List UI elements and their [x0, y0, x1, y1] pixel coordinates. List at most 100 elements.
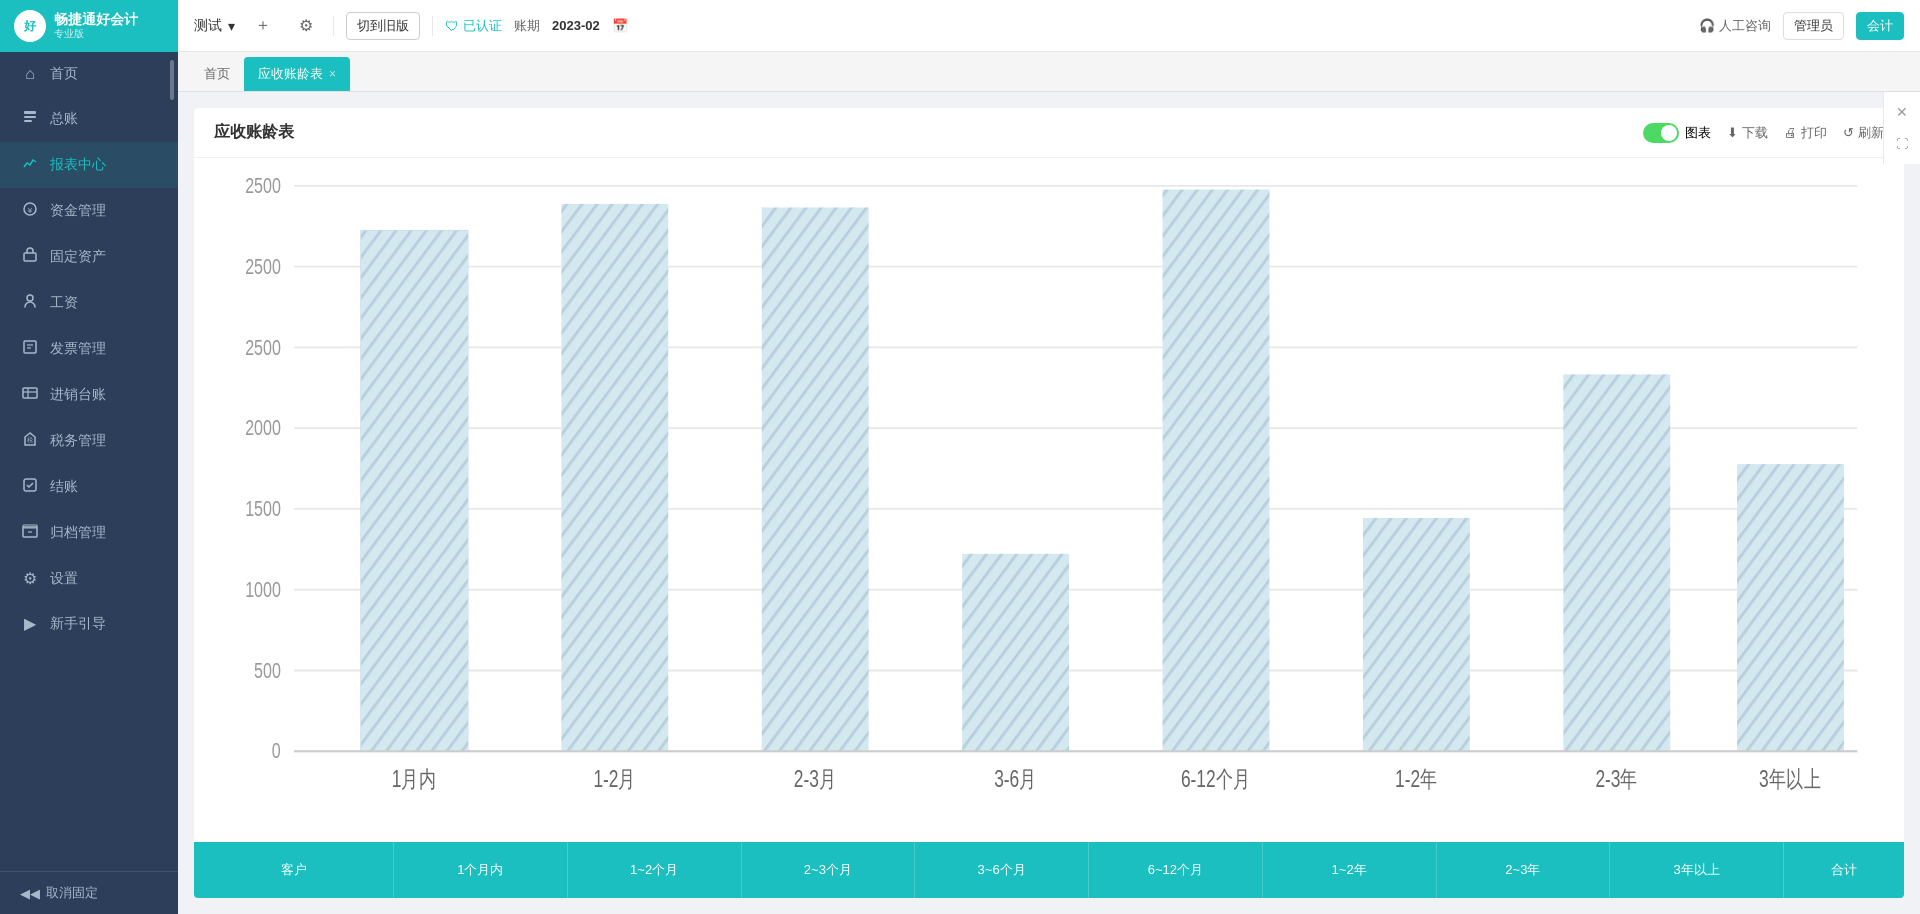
- table-header: 客户 1个月内 1~2个月 2~3个月 3~6个月 6~12个月 1~2年 2~…: [194, 842, 1904, 898]
- divider: [333, 16, 334, 36]
- sidebar-label-reports: 报表中心: [50, 156, 106, 174]
- sidebar-item-closing[interactable]: 结账: [0, 464, 178, 510]
- logo-icon: 好: [14, 10, 46, 42]
- cancel-fixed-btn[interactable]: ◀◀ 取消固定: [0, 871, 178, 914]
- chevron-down-icon: ▾: [228, 18, 235, 34]
- sidebar-label-tax: 税务管理: [50, 432, 106, 450]
- expand-window-button[interactable]: ⛶: [1888, 130, 1916, 158]
- topbar: 测试 ▾ ＋ ⚙ 切到旧版 🛡 已认证 账期 2023-02 📅 🎧 人工咨询 …: [178, 0, 1920, 52]
- col-customer: 客户: [194, 842, 394, 898]
- sidebar-label-guide: 新手引导: [50, 615, 106, 633]
- certified-badge: 🛡 已认证: [445, 17, 502, 35]
- print-icon: 🖨: [1784, 125, 1797, 140]
- sidebar-item-assets[interactable]: 固定资产: [0, 234, 178, 280]
- sidebar-item-ledger[interactable]: 总账: [0, 96, 178, 142]
- svg-rect-41: [561, 204, 668, 751]
- sidebar-label-funds: 资金管理: [50, 202, 106, 220]
- svg-rect-5: [24, 253, 36, 261]
- svg-text:2000: 2000: [245, 416, 281, 440]
- sidebar-item-inventory[interactable]: 进销台账: [0, 372, 178, 418]
- reports-icon: [20, 155, 40, 175]
- svg-rect-39: [361, 231, 468, 751]
- archive-icon: [20, 523, 40, 543]
- topbar-right: 🎧 人工咨询 管理员 会计: [1699, 12, 1904, 40]
- sidebar-nav: ⌂ 首页 总账 报表中心 ¥ 资金管理 固定资产: [0, 52, 178, 871]
- sidebar-item-invoices[interactable]: 发票管理: [0, 326, 178, 372]
- switch-version-button[interactable]: 切到旧版: [346, 12, 420, 40]
- tab-close-icon[interactable]: ×: [329, 67, 336, 81]
- sidebar-item-tax[interactable]: 税 税务管理: [0, 418, 178, 464]
- window-controls: ✕ ⛶: [1883, 92, 1920, 164]
- svg-text:1-2月: 1-2月: [593, 766, 636, 792]
- settings-gear-button[interactable]: ⚙: [291, 12, 321, 39]
- toggle-label: 图表: [1685, 124, 1711, 142]
- svg-rect-7: [24, 341, 36, 353]
- inventory-icon: [20, 385, 40, 405]
- svg-rect-2: [24, 120, 32, 122]
- svg-text:3年以上: 3年以上: [1759, 766, 1822, 792]
- ledger-icon: [20, 109, 40, 129]
- sidebar-label-archive: 归档管理: [50, 524, 106, 542]
- col-1-2month: 1~2个月: [568, 842, 742, 898]
- sidebar-label-closing: 结账: [50, 478, 78, 496]
- sidebar-item-guide[interactable]: ▶ 新手引导: [0, 601, 178, 646]
- sidebar-item-funds[interactable]: ¥ 资金管理: [0, 188, 178, 234]
- settings-icon: ⚙: [20, 569, 40, 588]
- svg-text:1-2年: 1-2年: [1395, 766, 1438, 792]
- chart-area: 2500 2500 2500 2000 1500 1000 500 0: [194, 158, 1904, 842]
- bar-chart: 2500 2500 2500 2000 1500 1000 500 0: [214, 168, 1884, 832]
- svg-rect-1: [24, 116, 36, 118]
- user-manager-button[interactable]: 管理员: [1783, 12, 1844, 40]
- sidebar: 好 畅捷通好会计 专业版 ⌂ 首页 总账 报表中心 ¥ 资: [0, 0, 178, 914]
- svg-text:500: 500: [254, 658, 281, 682]
- svg-rect-0: [24, 111, 36, 114]
- chart-toggle[interactable]: [1643, 123, 1679, 143]
- sidebar-item-wages[interactable]: 工资: [0, 280, 178, 326]
- calendar-icon[interactable]: 📅: [612, 18, 628, 33]
- period-label: 账期: [514, 17, 540, 35]
- add-button[interactable]: ＋: [247, 11, 279, 40]
- divider2: [432, 16, 433, 36]
- sidebar-logo: 好 畅捷通好会计 专业版: [0, 0, 178, 52]
- main-area: 测试 ▾ ＋ ⚙ 切到旧版 🛡 已认证 账期 2023-02 📅 🎧 人工咨询 …: [178, 0, 1920, 914]
- svg-text:2-3年: 2-3年: [1595, 766, 1638, 792]
- app-name: 畅捷通好会计: [54, 11, 138, 28]
- tax-icon: 税: [20, 431, 40, 451]
- tab-aging[interactable]: 应收账龄表 ×: [244, 57, 350, 91]
- col-6-12month: 6~12个月: [1089, 842, 1263, 898]
- svg-text:0: 0: [272, 739, 281, 763]
- col-2-3month: 2~3个月: [742, 842, 916, 898]
- svg-rect-47: [1163, 190, 1270, 752]
- sidebar-label-wages: 工资: [50, 294, 78, 312]
- period-value: 2023-02: [552, 18, 600, 33]
- svg-text:2500: 2500: [245, 335, 281, 359]
- svg-text:6-12个月: 6-12个月: [1181, 766, 1251, 792]
- project-selector[interactable]: 测试 ▾: [194, 17, 235, 35]
- col-1-2year: 1~2年: [1263, 842, 1437, 898]
- report-card: 应收账龄表 图表 ⬇ 下载 🖨 打印 ↺: [194, 108, 1904, 898]
- print-button[interactable]: 🖨 打印: [1784, 124, 1827, 142]
- user-role-button[interactable]: 会计: [1856, 12, 1904, 40]
- sidebar-item-home[interactable]: ⌂ 首页: [0, 52, 178, 96]
- closing-icon: [20, 477, 40, 497]
- sidebar-item-settings[interactable]: ⚙ 设置: [0, 556, 178, 601]
- close-window-button[interactable]: ✕: [1888, 98, 1916, 126]
- refresh-button[interactable]: ↺ 刷新: [1843, 124, 1884, 142]
- sidebar-item-reports[interactable]: 报表中心: [0, 142, 178, 188]
- svg-text:1月内: 1月内: [392, 766, 437, 792]
- help-button[interactable]: 🎧 人工咨询: [1699, 17, 1771, 35]
- guide-icon: ▶: [20, 614, 40, 633]
- scroll-indicator: [170, 60, 174, 100]
- assets-icon: [20, 247, 40, 267]
- tabbar: 首页 应收账龄表 ×: [178, 52, 1920, 92]
- app-edition: 专业版: [54, 27, 138, 41]
- download-button[interactable]: ⬇ 下载: [1727, 124, 1768, 142]
- svg-text:¥: ¥: [27, 206, 33, 215]
- content-area: 应收账龄表 图表 ⬇ 下载 🖨 打印 ↺: [178, 92, 1920, 914]
- tab-home[interactable]: 首页: [190, 57, 244, 91]
- svg-rect-53: [1737, 464, 1844, 751]
- svg-rect-10: [23, 388, 37, 398]
- sidebar-item-archive[interactable]: 归档管理: [0, 510, 178, 556]
- sidebar-label-ledger: 总账: [50, 110, 78, 128]
- col-1month: 1个月内: [394, 842, 568, 898]
